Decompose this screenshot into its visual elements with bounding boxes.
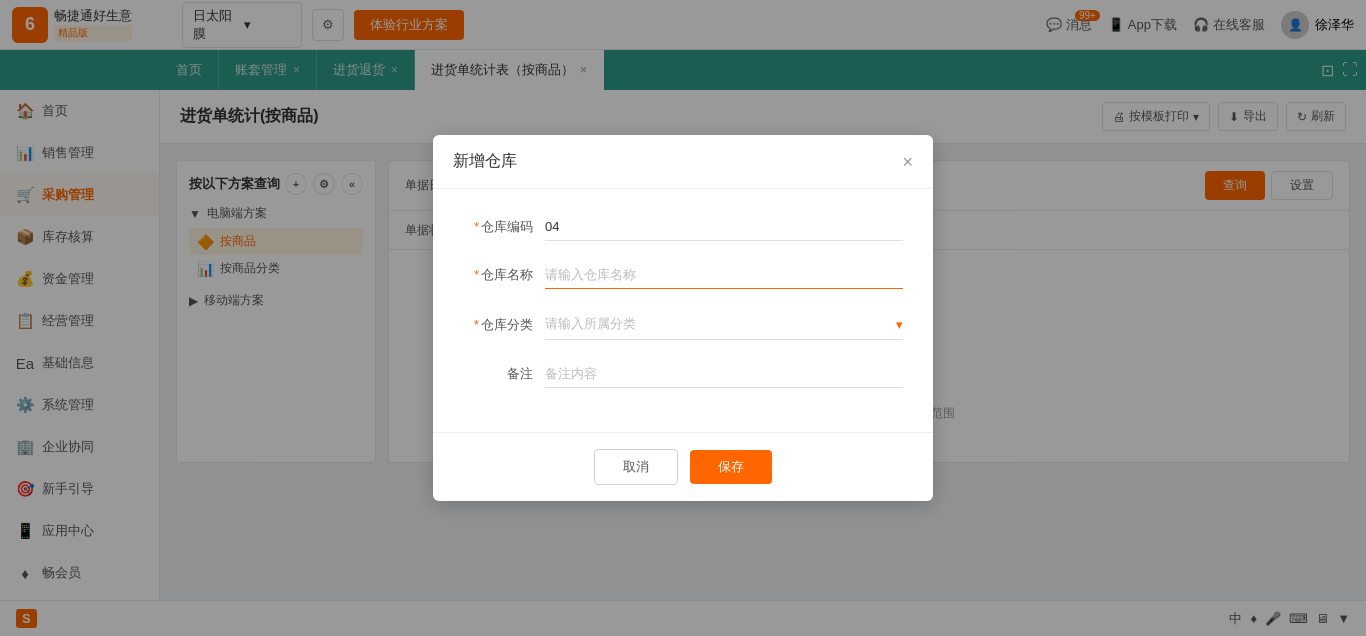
warehouse-name-row: *仓库名称 [463,261,903,289]
cancel-button[interactable]: 取消 [594,449,678,485]
remark-input[interactable] [545,360,903,388]
warehouse-type-placeholder: 请输入所属分类 [545,315,636,333]
warehouse-name-label: *仓库名称 [463,266,533,284]
warehouse-name-input[interactable] [545,261,903,289]
warehouse-code-input[interactable] [545,213,903,241]
add-warehouse-dialog: 新增仓库 × *仓库编码 *仓库名称 *仓库分类 [433,135,933,501]
dialog-footer: 取消 保存 [433,432,933,501]
modal-overlay[interactable]: 新增仓库 × *仓库编码 *仓库名称 *仓库分类 [0,0,1366,636]
dialog-header: 新增仓库 × [433,135,933,189]
warehouse-type-label: *仓库分类 [463,316,533,334]
warehouse-type-select[interactable]: 请输入所属分类 ▾ [545,309,903,340]
warehouse-code-label: *仓库编码 [463,218,533,236]
dialog-close-icon[interactable]: × [902,153,913,171]
remark-row: 备注 [463,360,903,388]
warehouse-type-row: *仓库分类 请输入所属分类 ▾ [463,309,903,340]
warehouse-type-arrow-icon: ▾ [896,317,903,332]
remark-label: 备注 [463,365,533,383]
save-button[interactable]: 保存 [690,450,772,484]
dialog-title: 新增仓库 [453,151,517,172]
warehouse-code-row: *仓库编码 [463,213,903,241]
dialog-body: *仓库编码 *仓库名称 *仓库分类 请输入所属分类 ▾ [433,189,933,432]
